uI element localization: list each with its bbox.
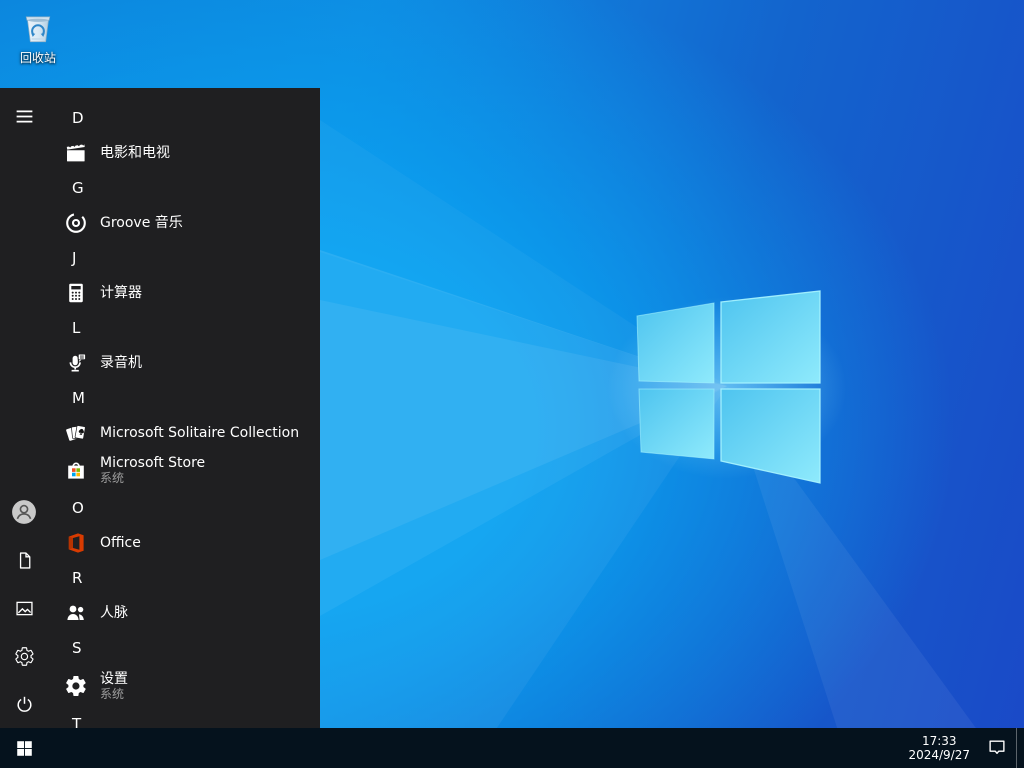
app-item[interactable]: Office (48, 526, 320, 560)
app-item[interactable]: Microsoft Solitaire Collection (48, 416, 320, 450)
app-name: Microsoft Solitaire Collection (100, 425, 300, 441)
section-header-R[interactable]: R (48, 560, 320, 596)
documents-icon (14, 550, 35, 571)
section-header-D[interactable]: D (48, 100, 320, 136)
rail-button-power[interactable] (0, 680, 48, 728)
rail-button-settings[interactable] (0, 632, 48, 680)
office-icon (62, 529, 90, 557)
app-item[interactable]: 电影和电视 (48, 136, 320, 170)
app-name: 计算器 (100, 285, 142, 301)
app-subtitle: 系统 (100, 687, 125, 701)
store-icon (62, 456, 90, 484)
pictures-icon (14, 598, 35, 619)
rail-button-pictures[interactable] (0, 584, 48, 632)
taskbar-clock[interactable]: 17:33 2024/9/27 (900, 734, 978, 762)
recycle-bin-shortcut[interactable]: 回收站 (6, 6, 70, 66)
app-name: Office (100, 535, 141, 551)
section-header-T[interactable]: T (48, 706, 320, 728)
app-name: Microsoft Store (100, 455, 206, 471)
recycle-bin-label: 回收站 (19, 51, 56, 65)
app-name: 人脉 (100, 605, 128, 621)
groove-music-icon (62, 209, 90, 237)
rail-button-user-account[interactable] (0, 488, 48, 536)
app-text: Office (100, 535, 141, 551)
app-text: 电影和电视 (100, 145, 170, 161)
taskbar: 17:33 2024/9/27 (0, 728, 1024, 768)
power-icon (14, 694, 35, 715)
section-header-J[interactable]: J (48, 240, 320, 276)
app-name: 电影和电视 (100, 145, 170, 161)
action-center-icon (989, 740, 1005, 755)
show-desktop-button[interactable] (1016, 728, 1024, 768)
app-text: Microsoft Store 系统 (100, 455, 205, 485)
rail-top-group (0, 92, 48, 140)
rail-bottom-group (0, 488, 48, 728)
rail-button-documents[interactable] (0, 536, 48, 584)
recycle-bin-icon (25, 16, 51, 43)
app-text: 计算器 (100, 285, 142, 301)
app-item[interactable]: 计算器 (48, 276, 320, 310)
windows-flag-icon (16, 740, 32, 756)
app-item[interactable]: 录音机 (48, 346, 320, 380)
app-list: D 电影和电视 G Groove 音乐 J 计算器 L 录音机 M Microsoft Solit… (48, 88, 320, 728)
movies-tv-icon (62, 139, 90, 167)
start-button[interactable] (0, 728, 48, 768)
app-item[interactable]: Microsoft Store 系统 (48, 450, 320, 490)
app-name: 设置 (100, 671, 128, 687)
section-header-L[interactable]: L (48, 310, 320, 346)
hamburger-icon (14, 106, 35, 127)
app-item[interactable]: Groove 音乐 (48, 206, 320, 240)
app-text: 设置 系统 (100, 671, 128, 701)
solitaire-icon (62, 419, 90, 447)
rail-button-expand-menu[interactable] (0, 92, 48, 140)
avatar-icon (11, 499, 37, 525)
clock-date: 2024/9/27 (908, 748, 970, 762)
app-subtitle: 系统 (100, 471, 125, 485)
settings-icon (62, 672, 90, 700)
app-name: Groove 音乐 (100, 215, 183, 231)
voice-recorder-icon (62, 349, 90, 377)
app-name: 录音机 (100, 355, 142, 371)
start-menu-rail (0, 88, 48, 728)
section-header-S[interactable]: S (48, 630, 320, 666)
action-center-button[interactable] (978, 728, 1016, 768)
app-item[interactable]: 设置 系统 (48, 666, 320, 706)
app-item[interactable]: 人脉 (48, 596, 320, 630)
app-text: 人脉 (100, 605, 128, 621)
start-menu: D 电影和电视 G Groove 音乐 J 计算器 L 录音机 M Microsoft Solit… (0, 88, 320, 728)
section-header-G[interactable]: G (48, 170, 320, 206)
clock-time: 17:33 (921, 734, 957, 748)
settings-outline-icon (14, 646, 35, 667)
people-icon (62, 599, 90, 627)
section-header-O[interactable]: O (48, 490, 320, 526)
calculator-icon (62, 279, 90, 307)
app-text: 录音机 (100, 355, 142, 371)
app-text: Groove 音乐 (100, 215, 183, 231)
app-text: Microsoft Solitaire Collection (100, 425, 299, 441)
section-header-M[interactable]: M (48, 380, 320, 416)
